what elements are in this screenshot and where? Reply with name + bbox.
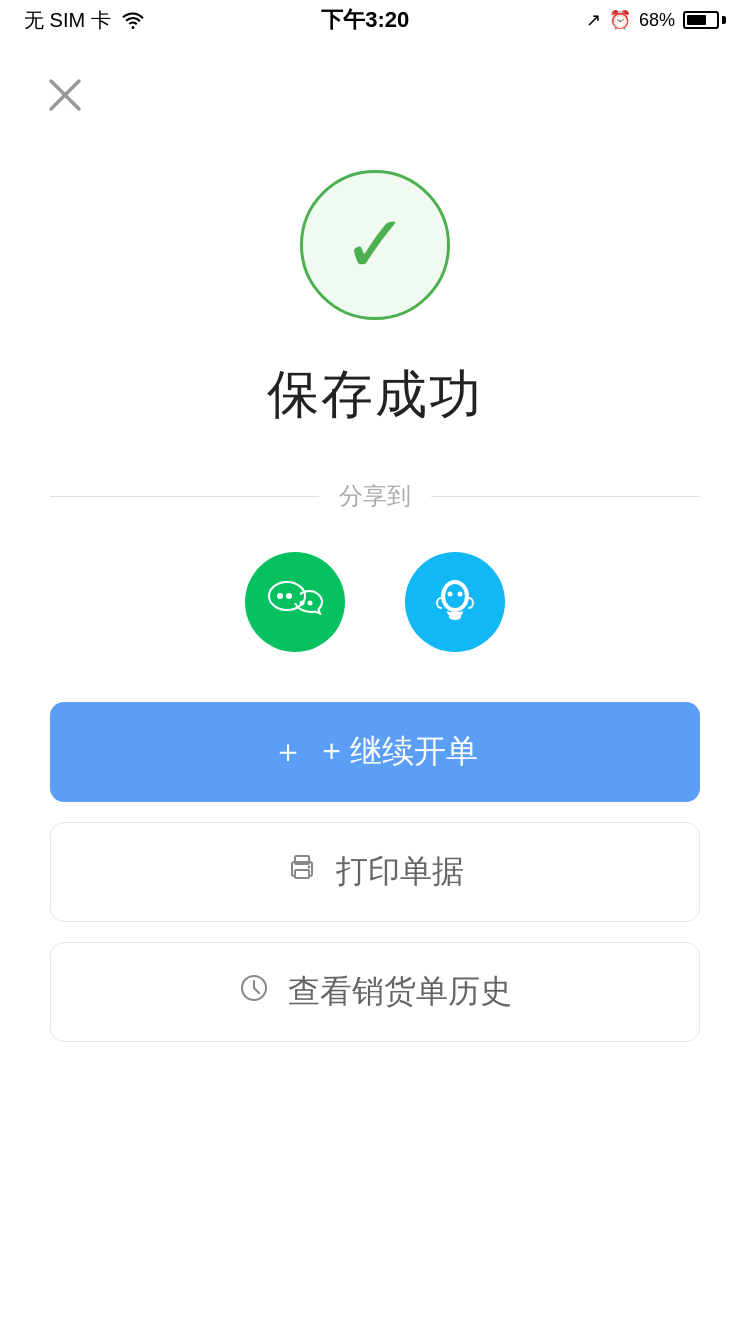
no-sim-label: 无 SIM 卡 — [24, 7, 111, 34]
status-right: ↗ ⏰ 68% — [586, 9, 726, 31]
svg-point-5 — [300, 601, 305, 606]
continue-button[interactable]: ＋ + 继续开单 — [50, 702, 700, 802]
svg-rect-12 — [449, 612, 461, 617]
status-left: 无 SIM 卡 — [24, 7, 145, 34]
divider-wrapper: 分享到 — [50, 480, 700, 512]
divider-right — [431, 496, 700, 497]
print-label: 打印单据 — [336, 850, 464, 894]
divider-left — [50, 496, 319, 497]
svg-point-8 — [445, 584, 465, 608]
svg-point-6 — [308, 601, 313, 606]
share-icons — [245, 552, 505, 652]
history-label: 查看销货单历史 — [288, 970, 512, 1014]
wechat-icon — [266, 577, 324, 627]
share-section: 分享到 — [50, 480, 700, 652]
status-bar: 无 SIM 卡 下午3:20 ↗ ⏰ 68% — [0, 0, 750, 40]
close-button[interactable] — [30, 60, 100, 130]
wifi-icon — [121, 10, 145, 30]
svg-point-10 — [458, 592, 463, 597]
status-time: 下午3:20 — [321, 5, 409, 35]
history-button[interactable]: 查看销货单历史 — [50, 942, 700, 1042]
svg-rect-15 — [295, 870, 309, 878]
actions: ＋ + 继续开单 打印单据 查看销货单历史 — [50, 702, 700, 1042]
battery-percent: 68% — [639, 10, 675, 31]
alarm-icon: ⏰ — [609, 9, 631, 31]
success-circle: ✓ — [300, 170, 450, 320]
qq-share-button[interactable] — [405, 552, 505, 652]
success-title: 保存成功 — [267, 360, 483, 430]
continue-label: + 继续开单 — [322, 730, 478, 774]
svg-point-4 — [286, 593, 292, 599]
svg-point-16 — [308, 866, 311, 869]
checkmark-icon: ✓ — [342, 205, 409, 285]
print-icon — [286, 852, 318, 892]
location-icon: ↗ — [586, 9, 601, 31]
svg-point-9 — [448, 592, 453, 597]
close-icon — [47, 77, 83, 113]
print-button[interactable]: 打印单据 — [50, 822, 700, 922]
svg-point-3 — [277, 593, 283, 599]
wechat-share-button[interactable] — [245, 552, 345, 652]
battery-icon — [683, 11, 726, 29]
plus-icon: ＋ — [272, 730, 304, 774]
share-label: 分享到 — [339, 480, 411, 512]
qq-icon — [427, 574, 483, 630]
main-content: ✓ 保存成功 分享到 — [0, 150, 750, 1334]
history-icon — [238, 972, 270, 1012]
